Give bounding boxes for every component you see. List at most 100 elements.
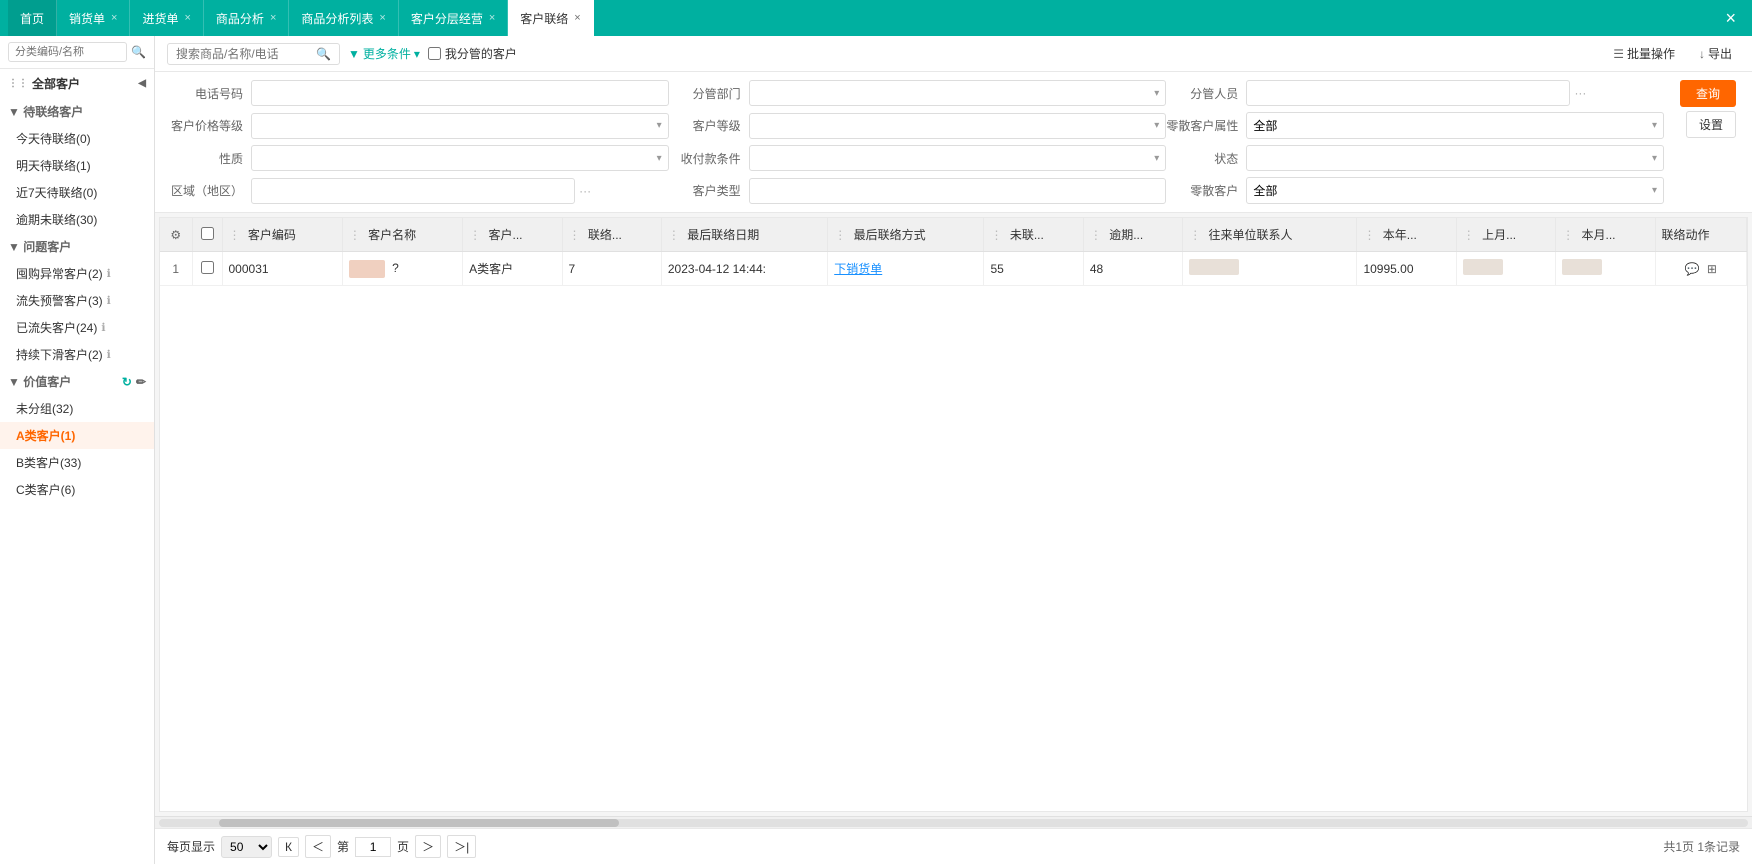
nav-goods-analysis[interactable]: 商品分析 × [204,0,289,36]
sidebar-collapse-icon[interactable]: ◀ [138,78,146,89]
first-page-btn[interactable]: К [278,837,299,857]
filter-nature-select[interactable]: ▾ [251,145,669,171]
sidebar-item-class-b[interactable]: B类客户(33) [0,449,154,476]
col-settings[interactable]: ⚙ [160,218,192,252]
nav-customer-contact-close[interactable]: × [574,12,580,24]
nav-sales-close[interactable]: × [111,12,117,24]
sidebar-item-overdue-label: 逾期未联络(30) [16,211,97,228]
sidebar-search-icon[interactable]: 🔍 [131,45,146,59]
sidebar-item-class-c[interactable]: C类客户(6) [0,476,154,503]
query-button[interactable]: 查询 [1680,80,1736,107]
settings-button[interactable]: 设置 [1686,111,1736,138]
refresh-icon[interactable]: ↻ [122,375,132,389]
col-divider-this-year: ⋮ [1363,228,1375,242]
batch-op-button[interactable]: ☰ 批量操作 [1605,42,1683,65]
col-action-label: 联络动作 [1662,228,1710,242]
sidebar-item-unclassified[interactable]: 未分组(32) [0,395,154,422]
row-action[interactable]: 💬 ⊞ [1655,252,1746,286]
filter-payment: 收付款条件 ▾ [669,145,1167,171]
filter-payment-label: 收付款条件 [669,150,749,167]
filter-price-grade-select[interactable]: ▾ [251,113,669,139]
row-action-icon1[interactable]: 💬 [1685,262,1700,276]
sidebar-item-7days[interactable]: 近7天待联络(0) [0,179,154,206]
filter-search-input[interactable] [176,47,316,61]
row-last-method-link[interactable]: 下销货单 [834,262,882,276]
info-icon-abnormal: ℹ [107,267,111,280]
col-this-month-label: 本月... [1582,228,1616,242]
sidebar-item-abnormal[interactable]: 囤购异常客户(2) ℹ [0,260,154,287]
my-customers-checkbox[interactable]: 我分管的客户 [428,45,517,62]
last-page-btn[interactable]: ＞| [447,835,476,858]
page-number-input[interactable] [355,837,391,857]
filter-zero-attr-select[interactable]: 全部 ▾ [1246,112,1664,139]
filter-phone-label: 电话号码 [171,85,251,102]
filter-dept-label: 分管部门 [669,85,749,102]
filter-manager-more[interactable]: ··· [1574,86,1586,100]
scroll-thumb[interactable] [219,819,619,827]
row-contact-count: 7 [562,252,661,286]
sidebar-item-declining-label: 持续下滑客户(2) [16,346,103,363]
all-customers-header[interactable]: ⋮⋮ 全部客户 ◀ [0,69,154,98]
nav-sales[interactable]: 销货单 × [57,0,130,36]
nav-close-all[interactable]: × [1717,8,1744,29]
nav-purchase-close[interactable]: × [184,12,190,24]
row-action-icon2[interactable]: ⊞ [1707,262,1717,276]
sidebar-item-class-a[interactable]: A类客户(1) [0,422,154,449]
filter-region-input[interactable] [251,178,575,204]
pagination: 每页显示 50 100 200 К ＜ 第 页 ＞ ＞| [167,835,476,858]
nav-home[interactable]: 首页 [8,0,57,36]
filter-zero-attr-label: 零散客户属性 [1166,117,1246,134]
col-last-date-label: 最后联络日期 [687,228,759,242]
nav-goods-list[interactable]: 商品分析列表 × [289,0,398,36]
filter-phone-input[interactable] [251,80,669,106]
more-filters-btn[interactable]: ▼ 更多条件 ▾ [348,45,420,62]
nav-customer-layer[interactable]: 客户分层经营 × [399,0,508,36]
sidebar-item-churned[interactable]: 已流失客户(24) ℹ [0,314,154,341]
sidebar-item-churned-label: 已流失客户(24) [16,319,97,336]
row-last-method[interactable]: 下销货单 [828,252,984,286]
horizontal-scrollbar[interactable] [155,816,1752,828]
table-settings-icon[interactable]: ⚙ [170,228,181,242]
nav-customer-contact[interactable]: 客户联络 × [508,0,593,36]
row-last-month [1456,252,1555,286]
filter-region-more[interactable]: ··· [579,184,591,198]
filter-dept-arrow: ▾ [1154,88,1159,99]
nav-goods-analysis-close[interactable]: × [270,12,276,24]
filter-customer-type-label: 客户类型 [669,182,749,199]
filter-customer-grade-select[interactable]: ▾ [749,113,1167,139]
sidebar-item-today[interactable]: 今天待联络(0) [0,125,154,152]
row-type: A类客户 [463,252,562,286]
sidebar-item-overdue[interactable]: 逾期未联络(30) [0,206,154,233]
filter-dept-select[interactable]: ▾ [749,80,1167,106]
edit-icon[interactable]: ✏ [136,375,146,389]
filter-status-select[interactable]: ▾ [1246,145,1664,171]
row-name-value: ? [392,261,399,275]
row-checkbox[interactable] [192,252,222,286]
page-size-select[interactable]: 50 100 200 [221,836,272,858]
sidebar-item-abnormal-label: 囤购异常客户(2) [16,265,103,282]
sidebar-item-churn-warning[interactable]: 流失预警客户(3) ℹ [0,287,154,314]
sidebar-item-declining[interactable]: 持续下滑客户(2) ℹ [0,341,154,368]
nav-goods-analysis-label: 商品分析 [216,10,264,27]
sidebar-item-unclassified-label: 未分组(32) [16,400,73,417]
filter-status-label: 状态 [1166,150,1246,167]
nav-customer-layer-close[interactable]: × [489,12,495,24]
prev-page-btn[interactable]: ＜ [305,835,331,858]
sidebar-item-tomorrow[interactable]: 明天待联络(1) [0,152,154,179]
row-select-checkbox[interactable] [201,261,214,274]
filter-zero-customer-select[interactable]: 全部 ▾ [1246,177,1664,204]
select-all-checkbox[interactable] [201,227,214,240]
sidebar-group-value-label: ▼ 价值客户 [8,373,71,390]
filter-nature: 性质 ▾ [171,145,669,171]
filter-customer-type-input[interactable] [749,178,1167,204]
my-customers-check[interactable] [428,47,441,60]
sidebar-search-input[interactable] [8,42,127,62]
filter-payment-select[interactable]: ▾ [749,145,1167,171]
col-divider-type: ⋮ [469,228,481,242]
filter-search-icon[interactable]: 🔍 [316,47,331,61]
export-button[interactable]: ↓ 导出 [1691,42,1740,65]
filter-manager-input[interactable] [1246,80,1570,106]
nav-goods-list-close[interactable]: × [379,12,385,24]
nav-purchase[interactable]: 进货单 × [130,0,203,36]
next-page-btn[interactable]: ＞ [415,835,441,858]
